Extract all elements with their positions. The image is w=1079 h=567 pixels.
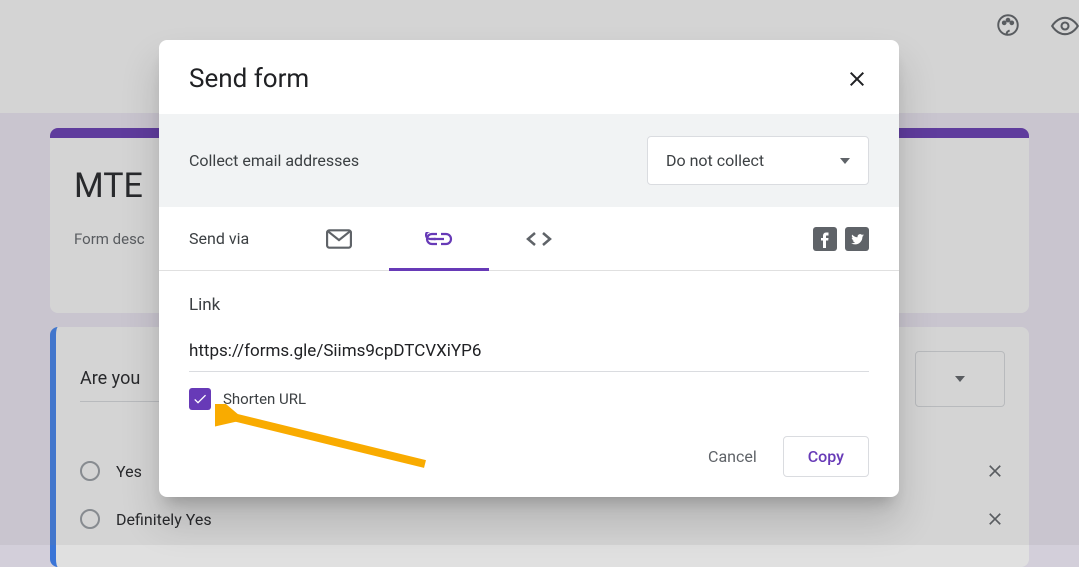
dialog-title: Send form	[189, 64, 309, 94]
chevron-down-icon	[840, 158, 850, 164]
send-via-label: Send via	[189, 229, 289, 248]
close-button[interactable]	[845, 67, 869, 91]
collect-emails-label: Collect email addresses	[189, 151, 359, 170]
twitter-share-button[interactable]	[845, 227, 869, 251]
copy-button[interactable]: Copy	[783, 436, 869, 477]
tab-email[interactable]	[289, 207, 389, 271]
tab-link[interactable]	[389, 207, 489, 271]
embed-icon	[525, 230, 553, 248]
link-icon	[425, 232, 453, 246]
collect-emails-dropdown[interactable]: Do not collect	[647, 136, 869, 185]
shorten-url-label[interactable]: Shorten URL	[223, 390, 306, 408]
shorten-url-checkbox[interactable]	[189, 388, 211, 410]
link-url-input[interactable]	[189, 335, 869, 372]
collect-emails-row: Collect email addresses Do not collect	[159, 114, 899, 207]
send-via-tabs: Send via	[159, 207, 899, 271]
link-section-label: Link	[189, 295, 869, 315]
facebook-share-button[interactable]	[813, 227, 837, 251]
send-form-dialog: Send form Collect email addresses Do not…	[159, 40, 899, 497]
collect-emails-value: Do not collect	[666, 151, 764, 170]
tab-embed[interactable]	[489, 207, 589, 271]
cancel-button[interactable]: Cancel	[690, 437, 775, 476]
email-icon	[326, 229, 352, 249]
checkmark-icon	[192, 391, 208, 407]
